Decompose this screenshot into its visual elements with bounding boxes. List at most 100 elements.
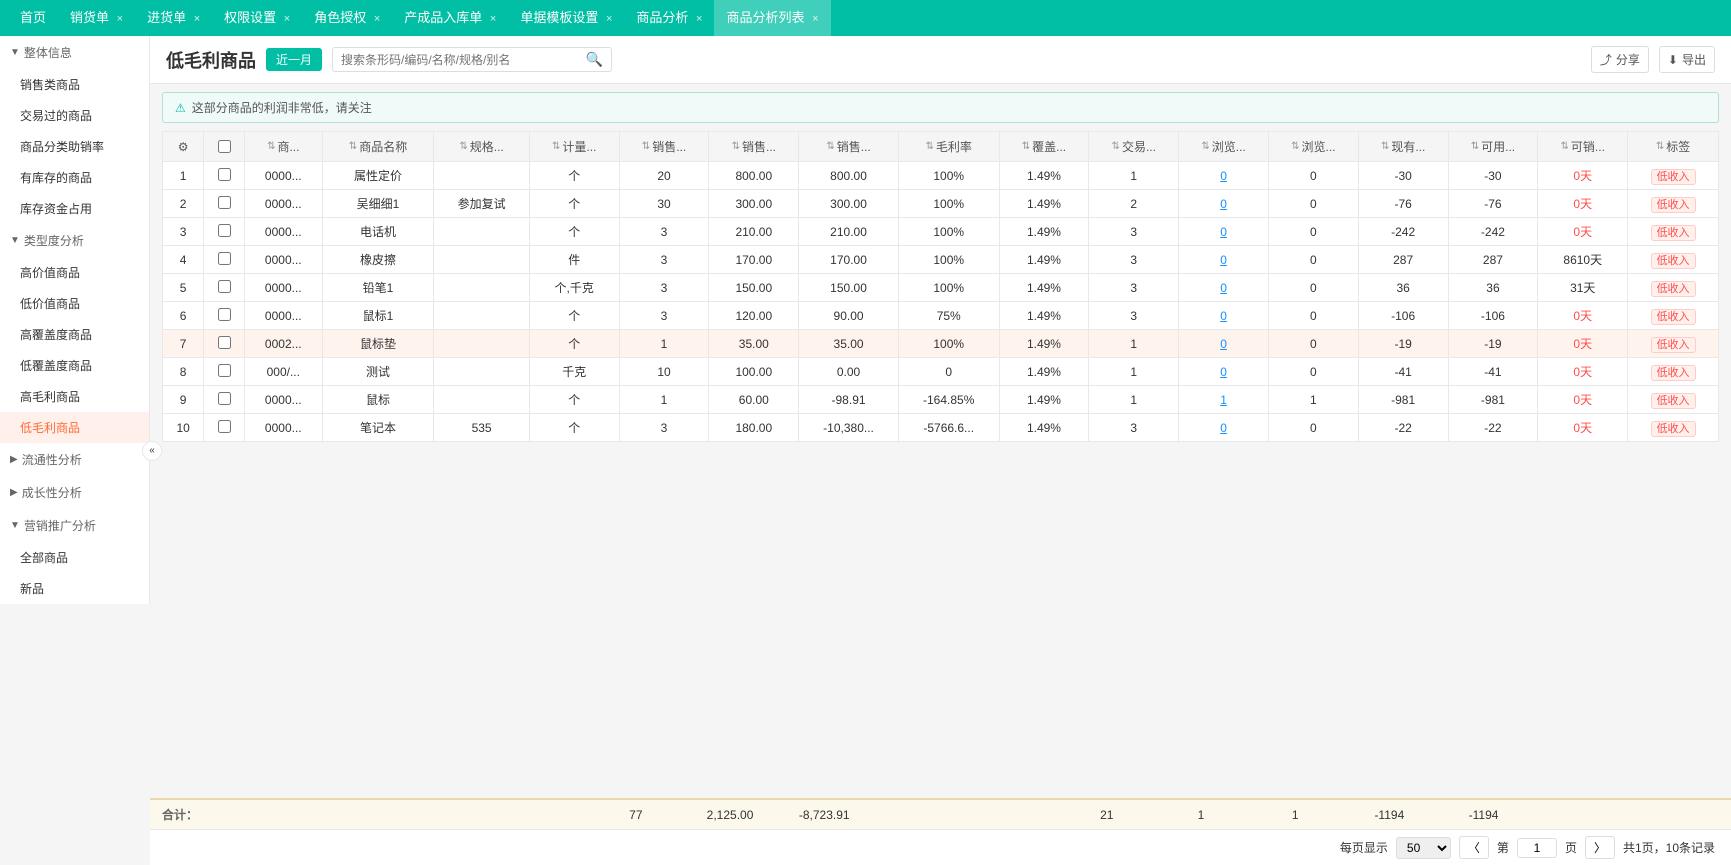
col-browse1[interactable]: ⇅浏览... (1179, 132, 1269, 162)
cell-browse1[interactable]: 0 (1179, 218, 1269, 246)
sidebar-group-type-analysis[interactable]: ▼ 类型度分析 (0, 224, 149, 257)
col-checkbox[interactable] (204, 132, 245, 162)
close-icon[interactable]: × (117, 13, 123, 25)
nav-role-auth[interactable]: 角色授权 × (302, 0, 392, 36)
cell-checkbox[interactable] (204, 162, 245, 190)
browse1-link[interactable]: 0 (1220, 309, 1227, 323)
col-browse2[interactable]: ⇅浏览... (1268, 132, 1358, 162)
cell-checkbox[interactable] (204, 218, 245, 246)
sort-icon[interactable]: ⇅ (642, 141, 650, 152)
cell-browse1[interactable]: 0 (1179, 330, 1269, 358)
cell-checkbox[interactable] (204, 190, 245, 218)
row-checkbox[interactable] (218, 308, 231, 321)
cell-checkbox[interactable] (204, 302, 245, 330)
col-gross-rate[interactable]: ⇅毛利率 (898, 132, 999, 162)
export-button[interactable]: ⬇ 导出 (1659, 46, 1715, 73)
cell-checkbox[interactable] (204, 358, 245, 386)
sidebar-item-high-margin[interactable]: 高毛利商品 (0, 381, 149, 412)
close-icon[interactable]: × (606, 13, 612, 25)
sidebar-collapse-button[interactable]: « (142, 441, 162, 461)
browse1-link[interactable]: 0 (1220, 197, 1227, 211)
col-sale-price[interactable]: ⇅销售... (709, 132, 799, 162)
nav-product-analysis-list[interactable]: 商品分析列表 × (714, 0, 830, 36)
sort-icon[interactable]: ⇅ (732, 141, 740, 152)
browse1-link[interactable]: 0 (1220, 225, 1227, 239)
sidebar-item-stocked-products[interactable]: 有库存的商品 (0, 162, 149, 193)
browse1-link[interactable]: 0 (1220, 253, 1227, 267)
col-sale-amount[interactable]: ⇅销售... (799, 132, 899, 162)
sort-icon[interactable]: ⇅ (1561, 141, 1569, 152)
col-trade[interactable]: ⇅交易... (1089, 132, 1179, 162)
nav-permissions[interactable]: 权限设置 × (212, 0, 302, 36)
row-checkbox[interactable] (218, 224, 231, 237)
col-sale-qty[interactable]: ⇅销售... (619, 132, 709, 162)
cell-browse1[interactable]: 0 (1179, 358, 1269, 386)
sort-icon[interactable]: ⇅ (826, 141, 834, 152)
browse1-link[interactable]: 0 (1220, 421, 1227, 435)
row-checkbox[interactable] (218, 392, 231, 405)
page-input[interactable] (1517, 838, 1557, 858)
cell-browse1[interactable]: 0 (1179, 414, 1269, 442)
sidebar-group-marketing[interactable]: ▼ 营销推广分析 (0, 509, 149, 542)
prev-page-button[interactable]: 〈 (1459, 836, 1489, 859)
nav-purchase-order[interactable]: 进货单 × (135, 0, 212, 36)
browse1-link[interactable]: 0 (1220, 281, 1227, 295)
cell-browse1[interactable]: 0 (1179, 274, 1269, 302)
cell-browse1[interactable]: 0 (1179, 162, 1269, 190)
close-icon[interactable]: × (374, 13, 380, 25)
nav-home[interactable]: 首页 (8, 0, 58, 36)
sort-icon[interactable]: ⇅ (1381, 141, 1389, 152)
sidebar-group-growth[interactable]: ▶ 成长性分析 (0, 476, 149, 509)
cell-checkbox[interactable] (204, 274, 245, 302)
sort-icon[interactable]: ⇅ (1656, 141, 1664, 152)
col-tag[interactable]: ⇅标签 (1628, 132, 1719, 162)
nav-sales-order[interactable]: 销货单 × (58, 0, 135, 36)
cell-checkbox[interactable] (204, 414, 245, 442)
row-checkbox[interactable] (218, 196, 231, 209)
sidebar-item-stock-capital[interactable]: 库存资金占用 (0, 193, 149, 224)
col-code[interactable]: ⇅商... (244, 132, 322, 162)
col-settings[interactable]: ⚙ (163, 132, 204, 162)
browse1-link[interactable]: 0 (1220, 169, 1227, 183)
cell-checkbox[interactable] (204, 330, 245, 358)
sidebar-item-low-coverage[interactable]: 低覆盖度商品 (0, 350, 149, 381)
col-coverage[interactable]: ⇅覆盖... (999, 132, 1089, 162)
col-spec[interactable]: ⇅规格... (434, 132, 529, 162)
sidebar-item-low-margin[interactable]: 低毛利商品 (0, 412, 149, 443)
settings-icon[interactable]: ⚙ (178, 140, 189, 154)
sort-icon[interactable]: ⇅ (552, 141, 560, 152)
share-button[interactable]: ⤴ 分享 (1591, 46, 1649, 73)
row-checkbox[interactable] (218, 280, 231, 293)
sidebar-item-sales-products[interactable]: 销售类商品 (0, 69, 149, 100)
sidebar-item-new-products[interactable]: 新品 (0, 573, 149, 604)
cell-browse1[interactable]: 0 (1179, 190, 1269, 218)
next-page-button[interactable]: 〉 (1585, 836, 1615, 859)
select-all-checkbox[interactable] (218, 140, 231, 153)
row-checkbox[interactable] (218, 252, 231, 265)
close-icon[interactable]: × (284, 13, 290, 25)
col-current-stock[interactable]: ⇅现有... (1358, 132, 1448, 162)
browse1-link[interactable]: 0 (1220, 365, 1227, 379)
close-icon[interactable]: × (490, 13, 496, 25)
sort-icon[interactable]: ⇅ (1201, 141, 1209, 152)
nav-product-entry[interactable]: 产成品入库单 × (392, 0, 508, 36)
sidebar-item-all-products[interactable]: 全部商品 (0, 542, 149, 573)
cell-browse1[interactable]: 1 (1179, 386, 1269, 414)
browse1-link[interactable]: 1 (1220, 393, 1227, 407)
sort-icon[interactable]: ⇅ (1022, 141, 1030, 152)
close-icon[interactable]: × (812, 13, 818, 25)
cell-browse1[interactable]: 0 (1179, 246, 1269, 274)
sort-icon[interactable]: ⇅ (459, 141, 467, 152)
browse1-link[interactable]: 0 (1220, 337, 1227, 351)
sort-icon[interactable]: ⇅ (1291, 141, 1299, 152)
col-unit[interactable]: ⇅计量... (529, 132, 619, 162)
nav-product-analysis[interactable]: 商品分析 × (624, 0, 714, 36)
sort-icon[interactable]: ⇅ (1112, 141, 1120, 152)
cell-checkbox[interactable] (204, 386, 245, 414)
cell-checkbox[interactable] (204, 246, 245, 274)
page-size-select[interactable]: 50 100 200 (1396, 837, 1451, 859)
sidebar-item-high-coverage[interactable]: 高覆盖度商品 (0, 319, 149, 350)
close-icon[interactable]: × (194, 13, 200, 25)
sidebar-item-category-rate[interactable]: 商品分类助销率 (0, 131, 149, 162)
close-icon[interactable]: × (696, 13, 702, 25)
